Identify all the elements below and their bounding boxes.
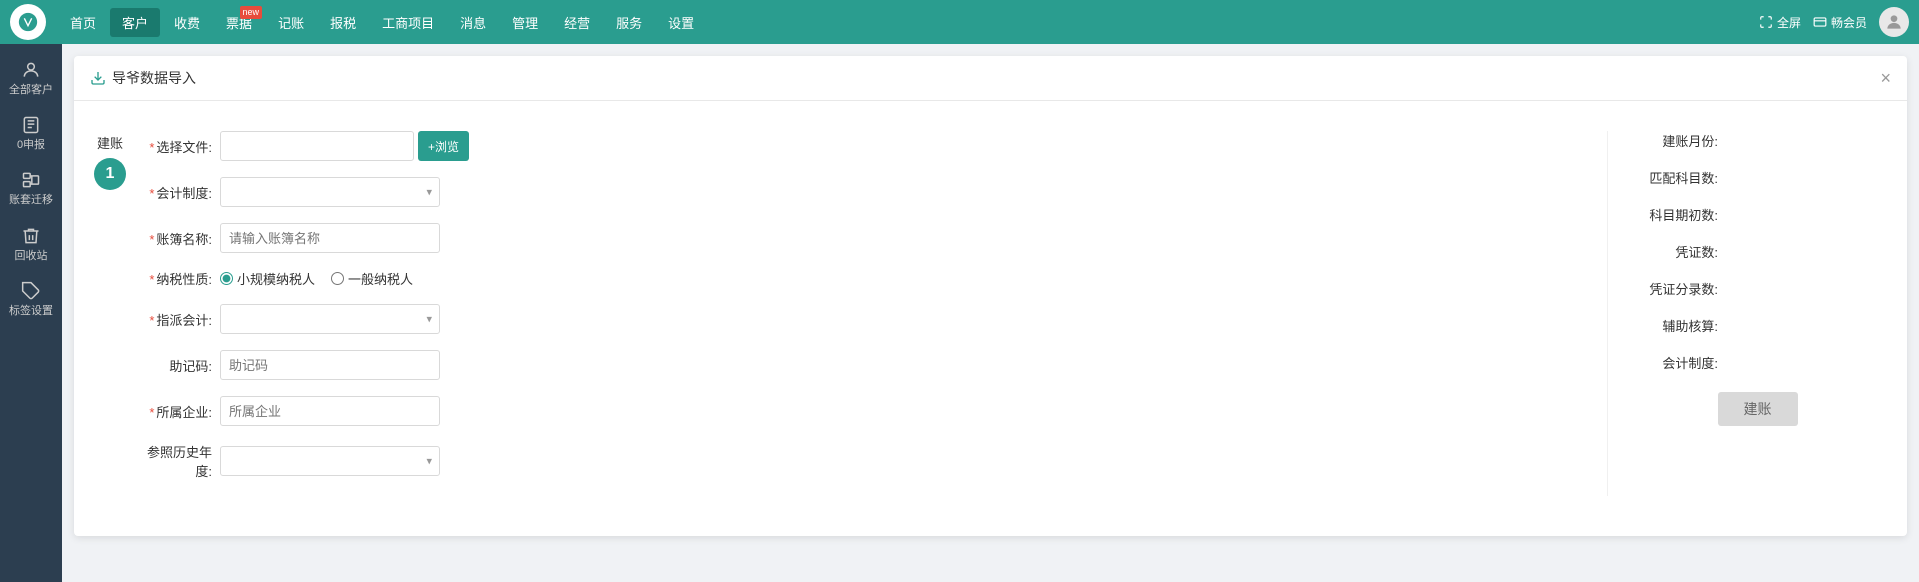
sidebar-item-transfer[interactable]: 账套迁移 (0, 162, 62, 215)
nav-tax[interactable]: 报税 (318, 8, 368, 37)
history-year-select[interactable] (220, 446, 440, 476)
month-info-row: 建账月份: (1628, 131, 1887, 150)
memo-input[interactable] (220, 350, 440, 380)
new-badge: new (240, 6, 263, 19)
sidebar-label-declare: 0申报 (17, 139, 45, 152)
fullscreen-button[interactable]: 全屏 (1759, 14, 1801, 31)
accountant-row: *指派会计: (142, 304, 1587, 334)
memo-row: 助记码: (142, 350, 1587, 380)
voucher-label: 凭证数: (1628, 242, 1718, 261)
history-year-select-wrapper (220, 446, 440, 476)
accounting-system-select[interactable] (220, 177, 440, 207)
accountant-label: *指派会计: (142, 310, 212, 329)
app-logo[interactable] (10, 4, 46, 40)
initial-info-row: 科目期初数: (1628, 205, 1887, 224)
accounting-system-select-wrapper (220, 177, 440, 207)
initial-label: 科目期初数: (1628, 205, 1718, 224)
accountant-select[interactable] (220, 304, 440, 334)
company-input[interactable] (220, 396, 440, 426)
file-input-group: +浏览 (220, 131, 440, 161)
history-year-label: 参照历史年度: (142, 442, 212, 480)
voucher-info-row: 凭证数: (1628, 242, 1887, 261)
sidebar-item-recycle[interactable]: 回收站 (0, 218, 62, 271)
ledger-name-input[interactable] (220, 223, 440, 253)
sidebar-label-transfer: 账套迁移 (9, 194, 53, 207)
sidebar-label-recycle: 回收站 (15, 250, 48, 263)
match-subjects-label: 匹配科目数: (1628, 168, 1718, 187)
member-label: 畅会员 (1831, 14, 1867, 31)
ledger-name-row: *账簿名称: (142, 223, 1587, 253)
left-panel: 建账 1 *选择文件: +浏览 (94, 131, 1587, 496)
nav-settings[interactable]: 设置 (656, 8, 706, 37)
nav-home[interactable]: 首页 (58, 8, 108, 37)
avatar[interactable] (1879, 7, 1909, 37)
file-input[interactable] (220, 131, 414, 161)
browse-button[interactable]: +浏览 (418, 131, 469, 161)
company-row: *所属企业: (142, 396, 1587, 426)
tax-small-radio-label[interactable]: 小规模纳税人 (220, 269, 315, 288)
sidebar-label-all-clients: 全部客户 (9, 84, 53, 97)
nav-bookkeeping[interactable]: 记账 (266, 8, 316, 37)
tax-general-radio-label[interactable]: 一般纳税人 (331, 269, 413, 288)
accounting-system-row: *会计制度: (142, 177, 1587, 207)
nav-clients[interactable]: 客户 (110, 8, 160, 37)
nav-business[interactable]: 工商项目 (370, 8, 446, 37)
nav-messages[interactable]: 消息 (448, 8, 498, 37)
sidebar-label-tag: 标签设置 (9, 305, 53, 318)
create-account-button[interactable]: 建账 (1718, 392, 1798, 426)
step-circle: 1 (94, 158, 126, 190)
tax-general-radio[interactable] (331, 272, 344, 285)
file-row: *选择文件: +浏览 (142, 131, 1587, 161)
company-label: *所属企业: (142, 402, 212, 421)
top-navigation: 首页 客户 收费 票据 new 记账 报税 工商项目 消息 管理 经营 服务 设… (0, 0, 1919, 44)
nav-right: 全屏 畅会员 (1759, 7, 1909, 37)
step-section: 建账 1 (94, 131, 126, 190)
nav-services[interactable]: 服务 (604, 8, 654, 37)
month-info-label: 建账月份: (1628, 131, 1718, 150)
accountant-select-wrapper (220, 304, 440, 334)
nav-operations[interactable]: 经营 (552, 8, 602, 37)
sidebar-item-tag[interactable]: 标签设置 (0, 273, 62, 326)
company-control (220, 396, 440, 426)
content-area: 导爷数据导入 × 建账 1 (62, 44, 1919, 582)
sidebar-item-declare[interactable]: 0申报 (0, 107, 62, 160)
sidebar: 全部客户 0申报 账套迁移 回收站 (0, 44, 62, 582)
memo-label: 助记码: (142, 356, 212, 375)
accounting-system-info-label: 会计制度: (1628, 353, 1718, 372)
dialog-card: 导爷数据导入 × 建账 1 (74, 56, 1907, 536)
form-area: *选择文件: +浏览 *会计制度: (142, 131, 1587, 496)
auxiliary-label: 辅助核算: (1628, 316, 1718, 335)
nav-fees[interactable]: 收费 (162, 8, 212, 37)
ledger-name-control (220, 223, 440, 253)
file-label: *选择文件: (142, 137, 212, 156)
dialog-body: 建账 1 *选择文件: +浏览 (74, 101, 1907, 516)
voucher-entries-info-row: 凭证分录数: (1628, 279, 1887, 298)
accounting-system-info-row: 会计制度: (1628, 353, 1887, 372)
tax-nature-group: 小规模纳税人 一般纳税人 (220, 269, 413, 288)
main-layout: 全部客户 0申报 账套迁移 回收站 (0, 44, 1919, 582)
ledger-name-label: *账簿名称: (142, 229, 212, 248)
tax-nature-row: *纳税性质: 小规模纳税人 一般纳税人 (142, 269, 1587, 288)
accounting-system-label: *会计制度: (142, 183, 212, 202)
fullscreen-label: 全屏 (1777, 14, 1801, 31)
voucher-entries-label: 凭证分录数: (1628, 279, 1718, 298)
right-panel: 建账月份: 匹配科目数: 科目期初数: 凭证数: (1607, 131, 1887, 496)
dialog-title: 导爷数据导入 (112, 68, 196, 88)
sidebar-item-all-clients[interactable]: 全部客户 (0, 52, 62, 105)
history-year-row: 参照历史年度: (142, 442, 1587, 480)
nav-manage[interactable]: 管理 (500, 8, 550, 37)
dialog-header: 导爷数据导入 × (74, 56, 1907, 101)
nav-items: 首页 客户 收费 票据 new 记账 报税 工商项目 消息 管理 经营 服务 设… (58, 8, 1759, 37)
step-label: 建账 (97, 133, 123, 152)
member-button[interactable]: 畅会员 (1813, 14, 1867, 31)
match-subjects-info-row: 匹配科目数: (1628, 168, 1887, 187)
dialog-header-left: 导爷数据导入 (90, 68, 196, 88)
close-button[interactable]: × (1880, 69, 1891, 87)
nav-invoices[interactable]: 票据 new (214, 8, 264, 37)
import-icon (90, 70, 106, 86)
tax-nature-label: *纳税性质: (142, 269, 212, 288)
memo-control (220, 350, 440, 380)
auxiliary-info-row: 辅助核算: (1628, 316, 1887, 335)
tax-small-radio[interactable] (220, 272, 233, 285)
